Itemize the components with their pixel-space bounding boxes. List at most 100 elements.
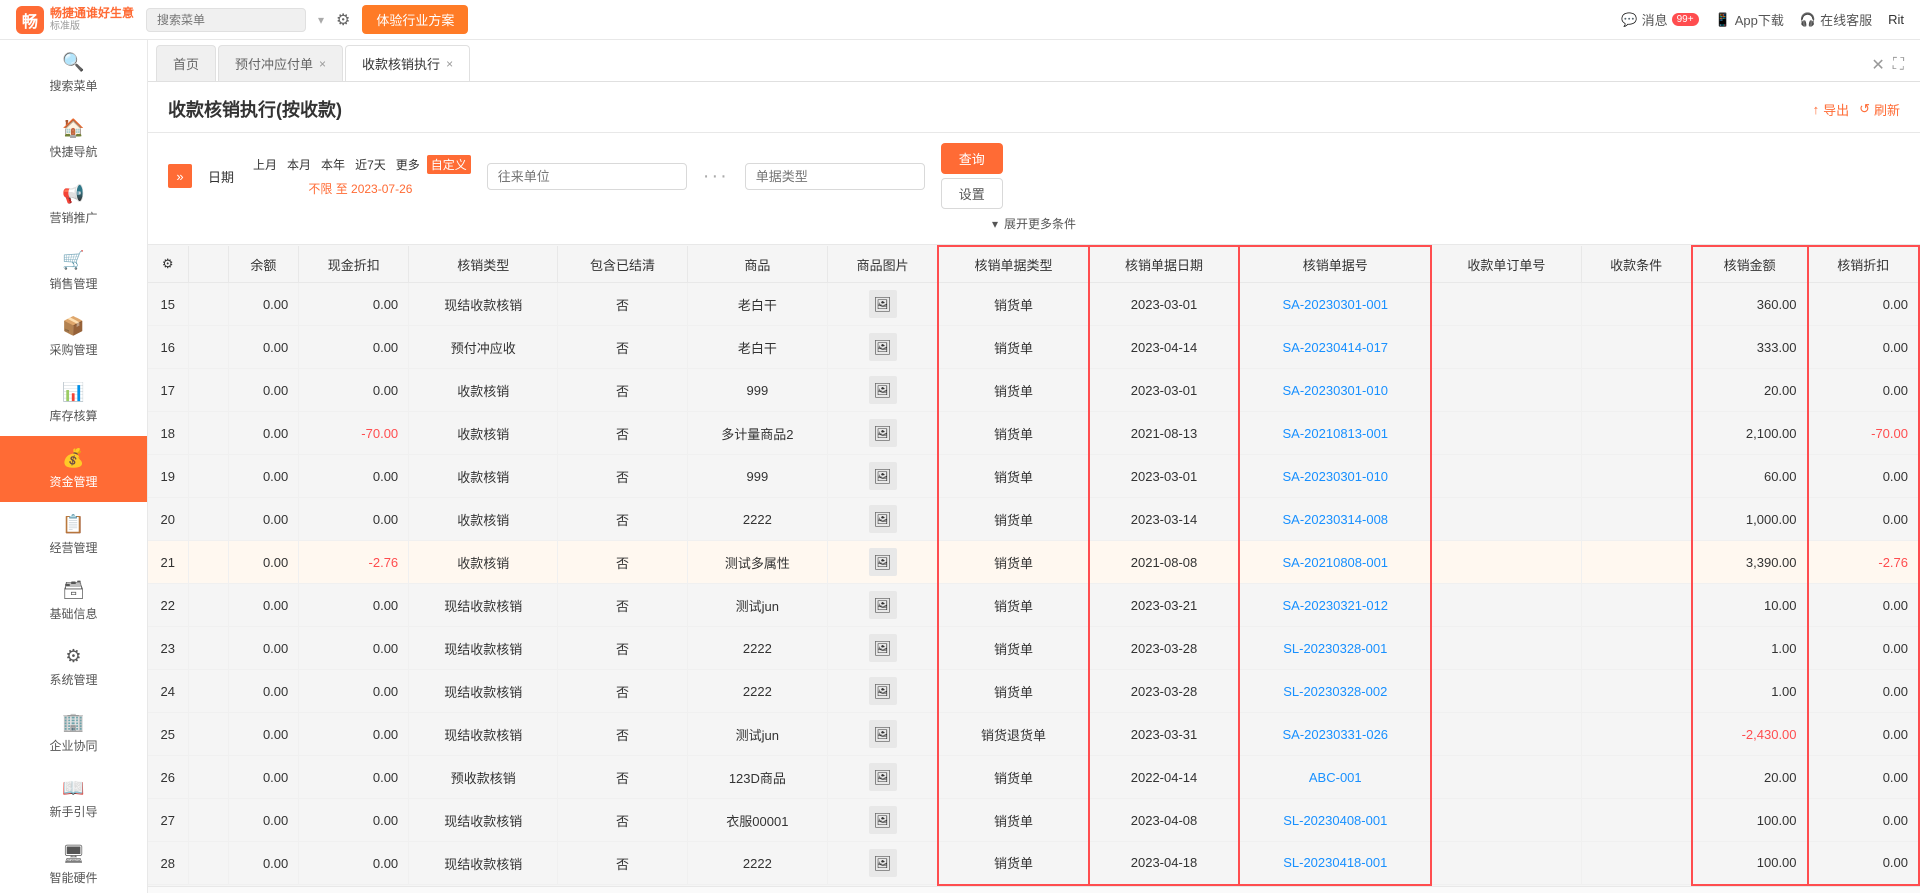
voucher-no-link[interactable]: SA-20210808-001 — [1283, 555, 1389, 570]
page-header-actions: ↑ 导出 ↺ 刷新 — [1813, 100, 1900, 119]
cell-voucher-no: SA-20230314-008 — [1239, 498, 1431, 541]
cell-goods-image: 🖼 — [828, 283, 939, 326]
voucher-no-link[interactable]: SA-20230301-010 — [1283, 383, 1389, 398]
cell-receipt-condition — [1581, 412, 1692, 455]
sidebar-item-ops[interactable]: 📋 经营管理 — [0, 502, 147, 568]
cell-goods: 999 — [687, 455, 827, 498]
notifications-btn[interactable]: 💬 消息 99+ — [1621, 10, 1698, 29]
cell-goods: 老白干 — [687, 326, 827, 369]
cell-goods: 衣服00001 — [687, 799, 827, 842]
voucher-no-link[interactable]: SA-20230331-026 — [1283, 727, 1389, 742]
cell-seq-num: 18 — [148, 412, 188, 455]
voucher-no-link[interactable]: SA-20230301-010 — [1283, 469, 1389, 484]
voucher-no-link[interactable]: SL-20230328-002 — [1283, 684, 1387, 699]
sidebar-item-fund[interactable]: 💰 资金管理 — [0, 436, 147, 502]
cell-voucher-type: 销货单 — [938, 799, 1089, 842]
sidebar-item-base[interactable]: 🗃 基础信息 — [0, 568, 147, 634]
tab-home[interactable]: 首页 — [156, 45, 216, 81]
col-gear[interactable]: ⚙ — [148, 246, 188, 283]
query-btn[interactable]: 查询 — [941, 143, 1003, 174]
cell-receipt-order — [1431, 670, 1581, 713]
cell-voucher-no: SA-20230321-012 — [1239, 584, 1431, 627]
cell-goods: 2222 — [687, 627, 827, 670]
expand-bar[interactable]: ▾ 展开更多条件 — [168, 209, 1900, 234]
page-title: 收款核销执行(按收款) — [168, 96, 342, 122]
export-icon: ↑ — [1813, 102, 1820, 117]
tab-receipt-close[interactable]: × — [446, 57, 453, 71]
cell-balance: 0.00 — [228, 412, 299, 455]
cell-writeoff-type: 收款核销 — [409, 541, 558, 584]
sidebar-item-inventory[interactable]: 📊 库存核算 — [0, 370, 147, 436]
sidebar-label-system: 系统管理 — [49, 671, 97, 688]
voucher-no-link[interactable]: SA-20230314-008 — [1283, 512, 1389, 527]
cell-writeoff-type: 现结收款核销 — [409, 627, 558, 670]
top-search-input[interactable] — [146, 8, 306, 32]
sidebar-item-marketing[interactable]: 📢 营销推广 — [0, 172, 147, 238]
industry-btn[interactable]: 体验行业方案 — [362, 5, 468, 34]
cell-writeoff-discount: 0.00 — [1808, 584, 1919, 627]
online-service-btn[interactable]: 🎧 在线客服 — [1800, 10, 1872, 29]
cell-receipt-condition — [1581, 584, 1692, 627]
date-custom[interactable]: 自定义 — [427, 155, 471, 174]
date-this-year[interactable]: 本年 — [318, 155, 348, 174]
sidebar-label-sales: 销售管理 — [49, 275, 97, 292]
export-btn[interactable]: ↑ 导出 — [1813, 100, 1850, 119]
cell-writeoff-type: 现结收款核销 — [409, 670, 558, 713]
cell-include-settled: 否 — [558, 326, 687, 369]
date-7days[interactable]: 近7天 — [352, 155, 389, 174]
expand-label: 展开更多条件 — [1004, 215, 1076, 232]
voucher-no-link[interactable]: SL-20230408-001 — [1283, 813, 1387, 828]
sidebar-item-guide[interactable]: 📖 新手引导 — [0, 766, 147, 832]
setting-btn[interactable]: 设置 — [941, 178, 1003, 209]
cell-goods-image: 🖼 — [828, 713, 939, 756]
sidebar-item-system[interactable]: ⚙ 系统管理 — [0, 634, 147, 700]
col-voucher-date: 核销单据日期 — [1089, 246, 1240, 283]
voucher-no-link[interactable]: SL-20230418-001 — [1283, 855, 1387, 870]
counterpart-input[interactable] — [487, 163, 687, 190]
date-range: 不限 至 2023-07-26 — [308, 180, 412, 197]
sidebar-item-sales[interactable]: 🛒 销售管理 — [0, 238, 147, 304]
dropdown-arrow[interactable]: ▾ — [318, 13, 324, 27]
date-this-month[interactable]: 本月 — [284, 155, 314, 174]
tab-receipt[interactable]: 收款核销执行 × — [345, 45, 470, 81]
refresh-btn[interactable]: ↺ 刷新 — [1859, 100, 1900, 119]
refresh-icon: ↺ — [1859, 101, 1870, 117]
notifications-badge: 99+ — [1672, 13, 1699, 26]
cell-writeoff-amount: 1.00 — [1692, 670, 1808, 713]
tab-prepay-close[interactable]: × — [319, 57, 326, 71]
sidebar-label-hardware: 智能硬件 — [49, 869, 97, 886]
voucher-no-link[interactable]: ABC-001 — [1309, 770, 1362, 785]
tab-prepay[interactable]: 预付冲应付单 × — [218, 45, 343, 81]
cell-receipt-condition — [1581, 455, 1692, 498]
voucher-no-link[interactable]: SL-20230328-001 — [1283, 641, 1387, 656]
cell-balance: 0.00 — [228, 842, 299, 885]
sidebar-item-corp[interactable]: 🏢 企业协同 — [0, 700, 147, 766]
app-download-btn[interactable]: 📱 App下载 — [1715, 10, 1784, 29]
filter-toggle-btn[interactable]: » — [168, 164, 192, 188]
voucher-no-link[interactable]: SA-20230301-001 — [1283, 297, 1389, 312]
hardware-icon: 🖥 — [62, 844, 85, 865]
cell-seq-empty — [188, 799, 228, 842]
sidebar-item-hardware[interactable]: 🖥 智能硬件 — [0, 832, 147, 893]
sidebar-item-quick-nav[interactable]: 🏠 快捷导航 — [0, 106, 147, 172]
logo: 畅 畅捷通谁好生意 标准版 — [16, 6, 134, 34]
close-tab-btn[interactable]: ✕ — [1871, 55, 1884, 75]
cell-receipt-order — [1431, 713, 1581, 756]
sidebar-item-search[interactable]: 🔍 搜索菜单 — [0, 40, 147, 106]
voucher-type-input[interactable] — [745, 163, 925, 190]
voucher-no-link[interactable]: SA-20230321-012 — [1283, 598, 1389, 613]
cell-cash-discount: 0.00 — [299, 283, 409, 326]
table-row: 22 0.00 0.00 现结收款核销 否 测试jun 🖼 销货单 2023-0… — [148, 584, 1919, 627]
date-last-month[interactable]: 上月 — [250, 155, 280, 174]
cell-goods-image: 🖼 — [828, 412, 939, 455]
voucher-no-link[interactable]: SA-20230414-017 — [1283, 340, 1389, 355]
sidebar-item-purchase[interactable]: 📦 采购管理 — [0, 304, 147, 370]
gear-icon[interactable]: ⚙ — [336, 10, 350, 30]
cell-voucher-no: SA-20230414-017 — [1239, 326, 1431, 369]
cell-receipt-order — [1431, 541, 1581, 584]
cell-voucher-type: 销货单 — [938, 670, 1089, 713]
date-more[interactable]: 更多 — [393, 155, 423, 174]
voucher-no-link[interactable]: SA-20210813-001 — [1283, 426, 1389, 441]
expand-tab-btn[interactable]: ⛶ — [1893, 56, 1904, 74]
user-name[interactable]: Rit — [1888, 12, 1904, 27]
